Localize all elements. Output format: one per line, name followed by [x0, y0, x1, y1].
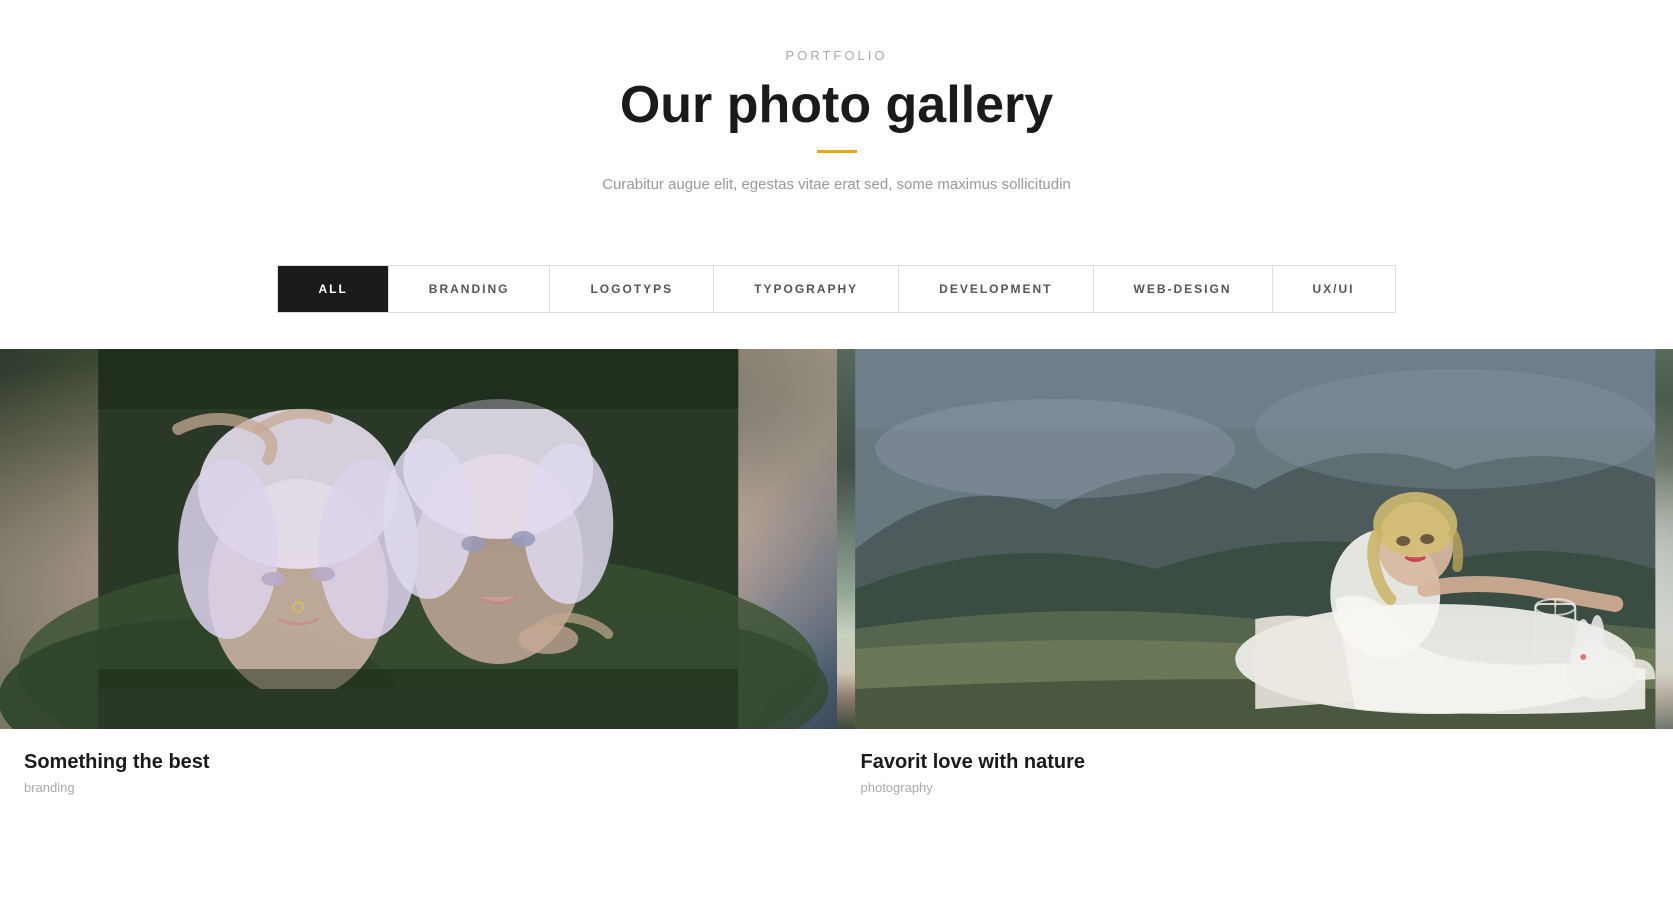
gallery-item-1[interactable]: Something the best branding — [0, 349, 837, 823]
gallery-title: Our photo gallery — [20, 77, 1653, 134]
filter-tabs: ALL BRANDING LOGOTYPS TYPOGRAPHY DEVELOP… — [277, 265, 1395, 313]
caption-category-1: branding — [24, 780, 813, 795]
subtitle-text: Curabitur augue elit, egestas vitae erat… — [577, 173, 1097, 197]
caption-category-2: photography — [861, 780, 1650, 795]
page-wrapper: PORTFOLIO Our photo gallery Curabitur au… — [0, 0, 1673, 823]
gallery-illustration-1 — [0, 349, 837, 729]
filter-tab-all[interactable]: ALL — [278, 266, 388, 312]
filter-tab-ux-ui[interactable]: UX/UI — [1273, 266, 1395, 312]
gallery-image-1 — [0, 349, 837, 729]
filter-tab-web-design[interactable]: WEB-DESIGN — [1094, 266, 1273, 312]
gallery-caption-1: Something the best branding — [0, 729, 837, 823]
gallery-image-2 — [837, 349, 1673, 729]
gallery-grid: Something the best branding — [0, 349, 1673, 823]
title-divider — [817, 150, 857, 153]
caption-title-2: Favorit love with nature — [861, 751, 1650, 774]
gallery-caption-2: Favorit love with nature photography — [837, 729, 1673, 823]
gallery-illustration-2 — [837, 349, 1673, 729]
filter-tab-typography[interactable]: TYPOGRAPHY — [714, 266, 899, 312]
gallery-item-2[interactable]: Favorit love with nature photography — [837, 349, 1673, 823]
filter-tab-development[interactable]: DEVELOPMENT — [899, 266, 1093, 312]
filter-tab-logotyps[interactable]: LOGOTYPS — [550, 266, 714, 312]
caption-title-1: Something the best — [24, 751, 813, 774]
filter-tab-branding[interactable]: BRANDING — [389, 266, 551, 312]
header-section: PORTFOLIO Our photo gallery Curabitur au… — [0, 0, 1673, 229]
portfolio-label: PORTFOLIO — [20, 48, 1653, 63]
